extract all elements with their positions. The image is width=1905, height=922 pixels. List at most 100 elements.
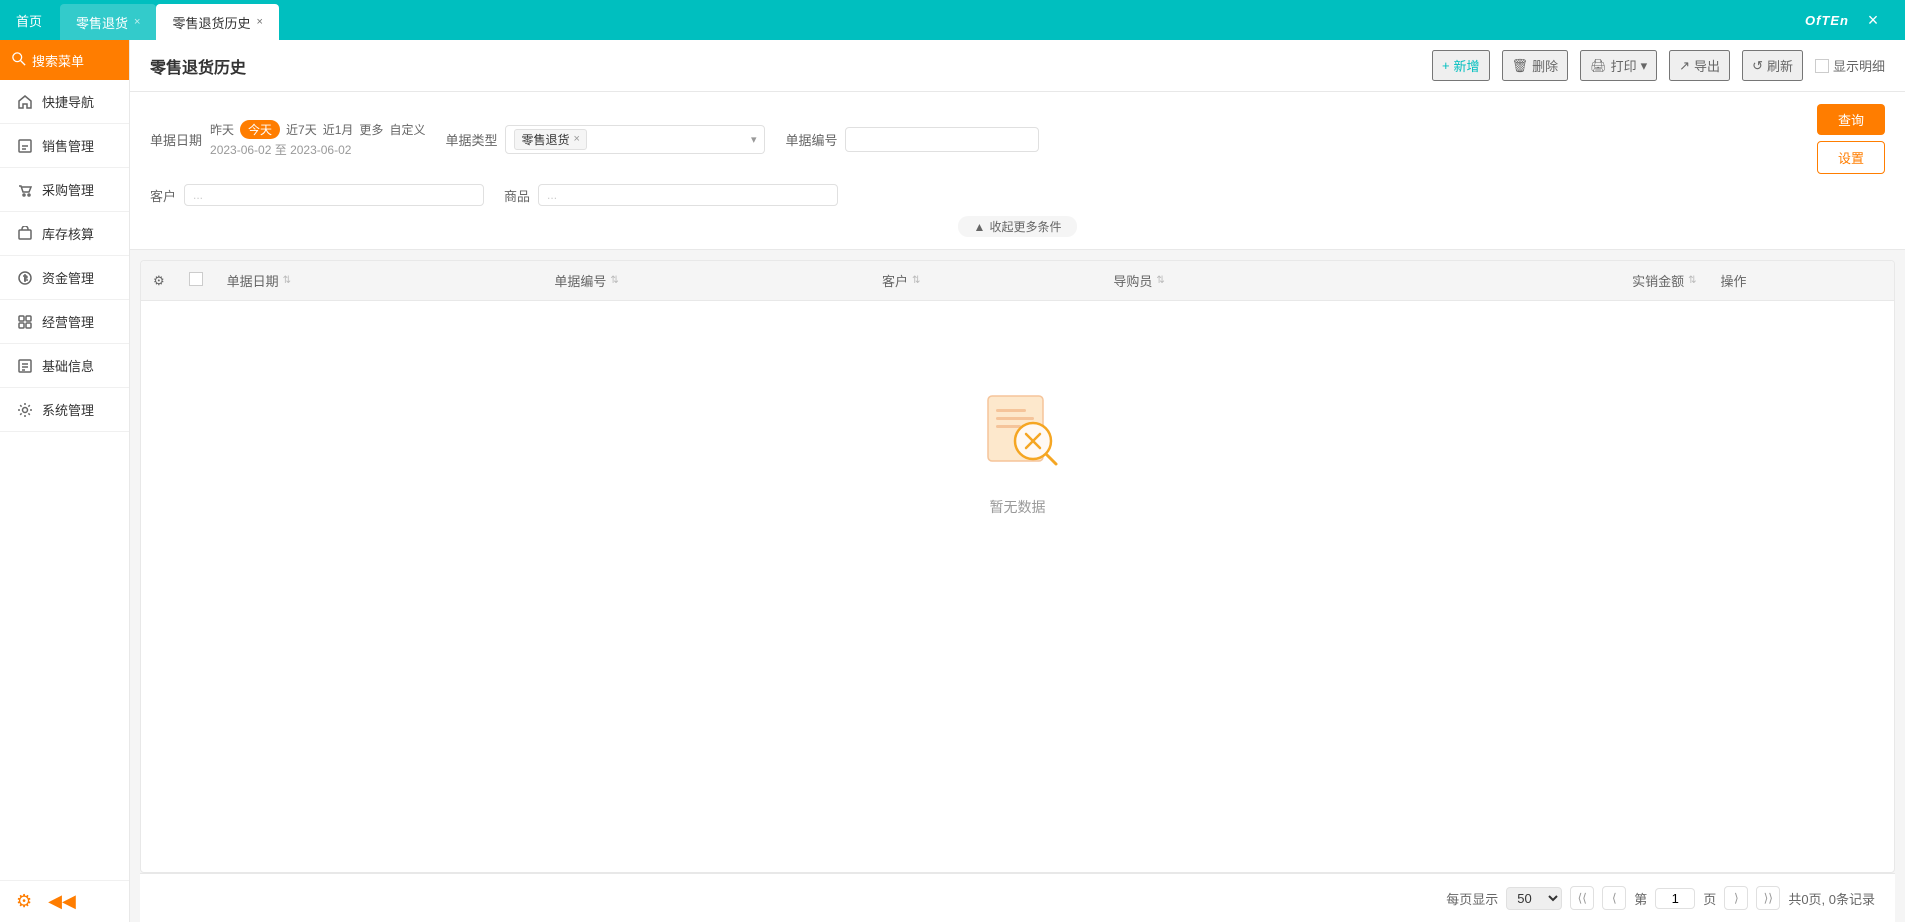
export-button[interactable]: ↗ 导出: [1669, 50, 1730, 81]
topbar-tabs: 首页 零售退货 × 零售退货历史 ×: [0, 0, 1805, 40]
date-shortcut-1month[interactable]: 近1月: [323, 121, 354, 138]
date-shortcut-7days[interactable]: 近7天: [286, 121, 317, 138]
add-button[interactable]: + 新增: [1432, 50, 1490, 81]
tab-retail-return-history[interactable]: 零售退货历史 ×: [156, 4, 278, 40]
table-header-row: ⚙ 单据日期 ⇅ 单据编号: [141, 261, 1894, 301]
sidebar-item-inventory[interactable]: 库存核算: [0, 212, 129, 256]
sort-customer[interactable]: 客户 ⇅: [882, 271, 920, 290]
date-shortcut-custom[interactable]: 自定义: [389, 121, 425, 138]
th-checkbox: [177, 261, 215, 301]
refresh-button[interactable]: ↺ 刷新: [1742, 50, 1803, 81]
voucher-type-label: 单据类型: [445, 130, 497, 149]
voucher-type-select[interactable]: 零售退货 × ▾: [505, 125, 765, 154]
customer-select[interactable]: ...: [184, 184, 484, 206]
main-layout: 搜索菜单 快捷导航 销售管理: [0, 40, 1905, 922]
empty-cell: 暂无数据: [141, 301, 1894, 598]
home-icon: [16, 93, 34, 111]
first-page-button[interactable]: ⟨⟨: [1570, 886, 1594, 910]
date-shortcuts: 昨天 今天 近7天 近1月 更多 自定义: [210, 120, 425, 139]
sidebar-item-label: 销售管理: [42, 136, 94, 155]
sort-guide[interactable]: 导购员 ⇅: [1113, 271, 1164, 290]
sidebar-item-sales-mgmt[interactable]: 销售管理: [0, 124, 129, 168]
topbar: 首页 零售退货 × 零售退货历史 × OfTEn ×: [0, 0, 1905, 40]
query-row-1: 单据日期 昨天 今天 近7天 近1月 更多 自定义 2023-06-02 至 2…: [150, 104, 1885, 174]
th-customer-label: 客户: [882, 271, 908, 290]
sidebar-item-base-info[interactable]: 基础信息: [0, 344, 129, 388]
voucher-type-tag-label: 零售退货: [521, 131, 569, 148]
setting-button[interactable]: 设置: [1817, 141, 1885, 174]
settings-bottom-icon[interactable]: ⚙: [16, 891, 32, 912]
collapse-bar: ▲ 收起更多条件: [150, 216, 1885, 237]
th-guide: 导购员 ⇅: [1101, 261, 1381, 301]
refresh-label: 刷新: [1767, 56, 1793, 75]
customer-label: 客户: [150, 186, 176, 205]
date-shortcut-yesterday[interactable]: 昨天: [210, 121, 234, 138]
th-date: 单据日期 ⇅: [215, 261, 543, 301]
sidebar-item-label: 库存核算: [42, 224, 94, 243]
voucher-no-field: 单据编号: [785, 127, 1039, 152]
query-row-2: 客户 ... 商品 ...: [150, 184, 1885, 206]
select-all-checkbox[interactable]: [189, 272, 203, 286]
sidebar-item-finance[interactable]: 资金管理: [0, 256, 129, 300]
delete-button[interactable]: 🗑 删除: [1502, 50, 1569, 81]
last-page-button[interactable]: ⟩⟩: [1756, 886, 1780, 910]
th-no: 单据编号 ⇅: [542, 261, 870, 301]
add-icon: +: [1442, 58, 1450, 73]
sidebar-item-quick-nav[interactable]: 快捷导航: [0, 80, 129, 124]
goods-select[interactable]: ...: [538, 184, 838, 206]
prev-page-button[interactable]: ⟨: [1602, 886, 1626, 910]
finance-icon: [16, 269, 34, 287]
th-guide-label: 导购员: [1113, 271, 1152, 290]
sort-no[interactable]: 单据编号 ⇅: [554, 271, 618, 290]
voucher-type-field: 单据类型 零售退货 × ▾: [445, 125, 765, 154]
date-label: 单据日期: [150, 130, 202, 149]
tab-retail-return[interactable]: 零售退货 ×: [60, 4, 156, 40]
page-number-input[interactable]: [1655, 888, 1695, 909]
table-header: ⚙ 单据日期 ⇅ 单据编号: [141, 261, 1894, 301]
header-actions: + 新增 🗑 删除 🖨 打印 ▾ ↗ 导出 ↺ 刷: [1432, 50, 1885, 81]
date-shortcut-more[interactable]: 更多: [359, 121, 383, 138]
column-settings-icon[interactable]: ⚙: [153, 273, 165, 288]
date-shortcut-today[interactable]: 今天: [240, 120, 280, 139]
window-close-button[interactable]: ×: [1857, 4, 1889, 36]
show-detail-checkbox[interactable]: [1815, 59, 1829, 73]
date-shortcuts-group: 昨天 今天 近7天 近1月 更多 自定义 2023-06-02 至 2023-0…: [210, 120, 425, 158]
system-icon: [16, 401, 34, 419]
sidebar-item-purchase-mgmt[interactable]: 采购管理: [0, 168, 129, 212]
date-field: 单据日期 昨天 今天 近7天 近1月 更多 自定义 2023-06-02 至 2…: [150, 120, 425, 158]
sidebar-item-label: 采购管理: [42, 180, 94, 199]
tab-home[interactable]: 首页: [0, 0, 58, 40]
page-label: 页: [1703, 889, 1716, 908]
voucher-no-input[interactable]: [845, 127, 1039, 152]
search-menu-button[interactable]: 搜索菜单: [0, 40, 129, 80]
retail-return-tab-close[interactable]: ×: [134, 16, 140, 28]
volume-bottom-icon[interactable]: ◀◀: [48, 891, 76, 912]
home-tab-label: 首页: [16, 11, 42, 30]
show-detail-toggle[interactable]: 显示明细: [1815, 56, 1885, 75]
table-body: 暂无数据: [141, 301, 1894, 598]
collapse-icon: ▲: [974, 220, 986, 234]
query-button[interactable]: 查询: [1817, 104, 1885, 135]
sort-amount-icon: ⇅: [1688, 275, 1696, 286]
customer-ellipsis: ...: [193, 188, 203, 202]
retail-return-tab-label: 零售退货: [76, 13, 128, 32]
sort-amount[interactable]: 实销金额 ⇅: [1632, 271, 1696, 290]
page-title: 零售退货历史: [150, 54, 246, 78]
print-button[interactable]: 🖨 打印 ▾: [1580, 50, 1657, 81]
content-area: 零售退货历史 + 新增 🗑 删除 🖨 打印 ▾ ↗ 导出: [130, 40, 1905, 922]
next-page-button[interactable]: ⟩: [1724, 886, 1748, 910]
retail-return-history-tab-close[interactable]: ×: [256, 16, 262, 28]
sidebar-item-label: 快捷导航: [42, 92, 94, 111]
sidebar-item-system[interactable]: 系统管理: [0, 388, 129, 432]
empty-state: 暂无数据: [141, 301, 1894, 597]
collapse-button[interactable]: ▲ 收起更多条件: [958, 216, 1078, 237]
page-size-select[interactable]: 20 50 100: [1506, 887, 1562, 910]
total-records-label: 共0页, 0条记录: [1788, 889, 1875, 908]
sidebar-item-label: 资金管理: [42, 268, 94, 287]
sidebar-item-operations[interactable]: 经营管理: [0, 300, 129, 344]
page-size-label: 每页显示: [1446, 889, 1498, 908]
print-label: 打印: [1611, 56, 1637, 75]
print-icon: 🖨: [1590, 58, 1607, 74]
voucher-type-tag-remove[interactable]: ×: [573, 133, 579, 145]
sort-date[interactable]: 单据日期 ⇅: [227, 271, 291, 290]
